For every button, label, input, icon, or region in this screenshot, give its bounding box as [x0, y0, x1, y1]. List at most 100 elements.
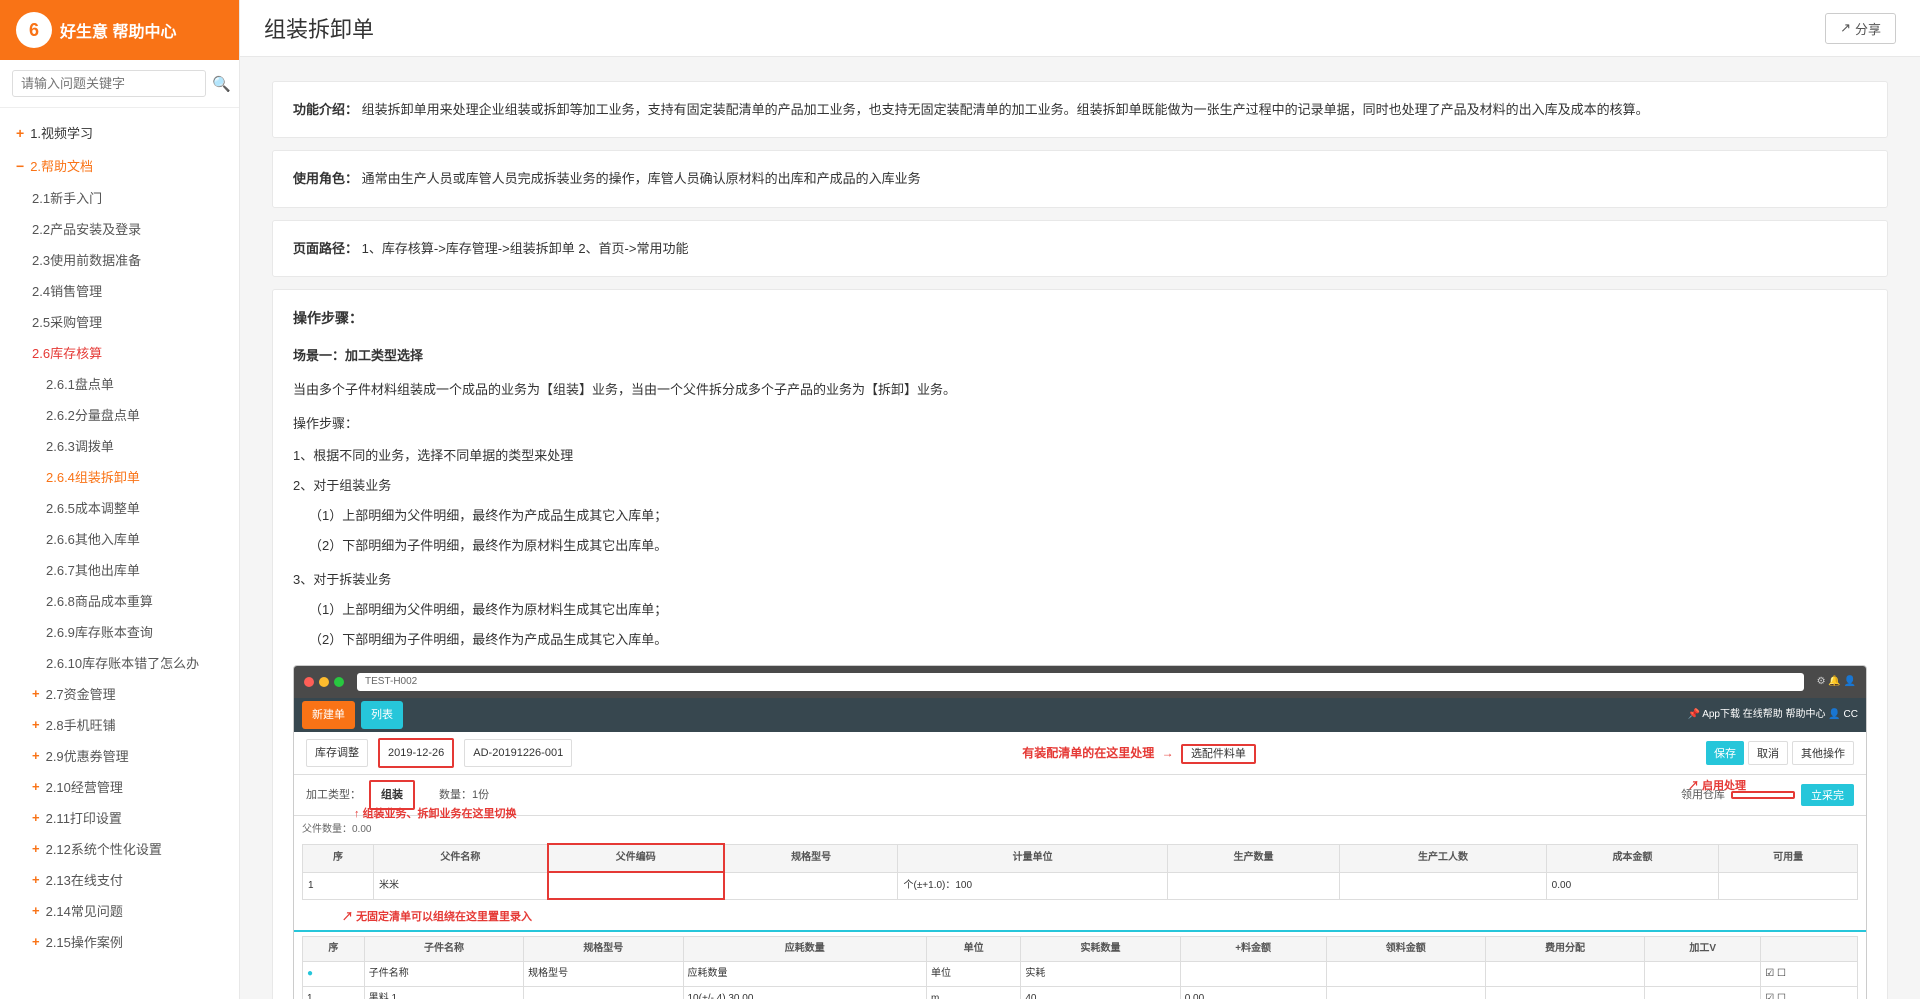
plus-icon-finance: +	[32, 686, 40, 701]
step3-1: （1）上部明细为父件明细，最终作为原材料生成其它出库单；	[293, 597, 1867, 623]
role-box: 使用角色： 通常由生产人员或库管人员完成拆装业务的操作，库管人员确认原材料的出库…	[272, 150, 1888, 207]
sidebar-item-purchase[interactable]: 2.5采购管理	[0, 306, 239, 337]
sidebar-item-ops[interactable]: + 2.10经营管理	[0, 771, 239, 802]
child-table: 序 子件名称 规格型号 应耗数量 单位 实耗数量 +料金额 领料金额 费用分配	[302, 936, 1858, 999]
nav-right-actions: 📌 App下载 在线帮助 帮助中心 👤 CC	[1688, 705, 1858, 725]
annotation-enable: ↗ 启用处理	[1688, 775, 1746, 797]
step1: 1、根据不同的业务，选择不同单据的类型来处理	[293, 443, 1867, 469]
nav-tree: + 1.视频学习 − 2.帮助文档 2.1新手入门 2.2产品安装及登录 2.3…	[0, 108, 239, 999]
sidebar-item-mobile[interactable]: + 2.8手机旺铺	[0, 709, 239, 740]
screenshot-container: TEST-H002 ⚙ 🔔 👤 新建单 列表 📌 App下载 在线	[293, 665, 1867, 999]
main-area: 组装拆卸单 ↗ 分享 功能介绍： 组装拆卸单用来处理企业组装或拆卸等加工业务，支…	[240, 0, 1920, 999]
search-box: 🔍	[0, 60, 239, 108]
sidebar-item-stock[interactable]: 2.6库存核算	[0, 337, 239, 368]
parent-table: 序 父件名称 父件编码 规格型号 计量单位 生产数量 生产工人数 成本金额 可用…	[302, 843, 1858, 900]
nav-btn-list[interactable]: 列表	[361, 701, 403, 729]
upper-table-label: 父件数量：0.00	[302, 820, 1858, 840]
max-btn-icon	[334, 677, 344, 687]
plus-icon-case: +	[32, 934, 40, 949]
sidebar: 6 好生意 帮助中心 🔍 + 1.视频学习 − 2.帮助文档 2.1新手入门 2…	[0, 0, 240, 999]
annotation-manual: ↗ 无固定清单可以组绕在这里置里录入	[342, 906, 1858, 928]
path-label: 页面路径：	[293, 241, 358, 256]
enable-area: 领用仓库 立采完 ↗ 启用处理	[1681, 784, 1854, 806]
path-box: 页面路径： 1、库存核算->库存管理->组装拆卸单 2、首页->常用功能	[272, 220, 1888, 277]
plus-icon-coupon: +	[32, 748, 40, 763]
confirm-btn[interactable]: 立采完	[1801, 784, 1854, 806]
sidebar-item-stock268[interactable]: 2.6.8商品成本重算	[0, 585, 239, 616]
scenario-desc: 当由多个子件材料组装成一个成品的业务为【组装】业务，当由一个父件拆分成多个子产品…	[293, 377, 1867, 403]
sidebar-item-video[interactable]: + 1.视频学习	[0, 116, 239, 149]
sidebar-item-stock261[interactable]: 2.6.1盘点单	[0, 368, 239, 399]
close-btn-icon	[304, 677, 314, 687]
topbar: 组装拆卸单 ↗ 分享	[240, 0, 1920, 57]
config-btn[interactable]: 选配件料单	[1181, 744, 1256, 764]
minus-icon: −	[16, 158, 24, 174]
logo-icon: 6	[16, 12, 52, 48]
app-title: 好生意 帮助中心	[60, 18, 176, 42]
cancel-btn[interactable]: 取消	[1748, 741, 1788, 765]
share-icon: ↗	[1840, 20, 1851, 36]
sidebar-header: 6 好生意 帮助中心	[0, 0, 239, 60]
plus-icon-mobile: +	[32, 717, 40, 732]
path-text: 1、库存核算->库存管理->组装拆卸单 2、首页->常用功能	[362, 241, 689, 256]
plus-icon-pay: +	[32, 872, 40, 887]
sidebar-item-stock266[interactable]: 2.6.6其他入库单	[0, 523, 239, 554]
sidebar-item-case[interactable]: + 2.15操作案例	[0, 926, 239, 957]
plus-icon-faq: +	[32, 903, 40, 918]
sidebar-item-stock269[interactable]: 2.6.9库存账本查询	[0, 616, 239, 647]
plus-icon-custom: +	[32, 841, 40, 856]
toolbar-date[interactable]: 2019-12-26	[378, 738, 454, 768]
sidebar-item-data[interactable]: 2.3使用前数据准备	[0, 244, 239, 275]
plus-icon-ops: +	[32, 779, 40, 794]
sidebar-item-sales[interactable]: 2.4销售管理	[0, 275, 239, 306]
steps-title: 操作步骤：	[293, 306, 1867, 331]
steps-intro: 操作步骤：	[293, 411, 1867, 437]
search-button[interactable]: 🔍	[212, 75, 231, 93]
sidebar-item-stock262[interactable]: 2.6.2分量盘点单	[0, 399, 239, 430]
step2-1: （1）上部明细为父件明细，最终作为产成品生成其它入库单；	[293, 503, 1867, 529]
search-input[interactable]	[12, 70, 206, 97]
toolbar-actions: 保存 取消 其他操作	[1706, 741, 1854, 765]
sidebar-item-stock265[interactable]: 2.6.5成本调整单	[0, 492, 239, 523]
sidebar-item-faq[interactable]: + 2.14常见问题	[0, 895, 239, 926]
role-text: 通常由生产人员或库管人员完成拆装业务的操作，库管人员确认原材料的出库和产成品的入…	[362, 171, 921, 186]
toolbar-type[interactable]: 库存调整	[306, 739, 368, 767]
step2: 2、对于组装业务	[293, 473, 1867, 499]
sidebar-item-stock267[interactable]: 2.6.7其他出库单	[0, 554, 239, 585]
step2-2: （2）下部明细为子件明细，最终作为原材料生成其它出库单。	[293, 533, 1867, 559]
url-bar: TEST-H002	[357, 673, 1804, 691]
sidebar-item-stock263[interactable]: 2.6.3调拨单	[0, 430, 239, 461]
page-title: 组装拆卸单	[264, 12, 374, 44]
sidebar-item-coupon[interactable]: + 2.9优惠券管理	[0, 740, 239, 771]
share-button[interactable]: ↗ 分享	[1825, 13, 1896, 44]
intro-text: 组装拆卸单用来处理企业组装或拆卸等加工业务，支持有固定装配清单的产品加工业务，也…	[362, 102, 1649, 117]
type-label: 加工类型：	[306, 784, 361, 806]
sidebar-item-finance[interactable]: + 2.7资金管理	[0, 678, 239, 709]
step3-2: （2）下部明细为子件明细，最终作为产成品生成其它入库单。	[293, 627, 1867, 653]
nav-btn-new[interactable]: 新建单	[302, 701, 355, 729]
role-label: 使用角色：	[293, 171, 358, 186]
toolbar-icons: ⚙ 🔔 👤	[1817, 672, 1856, 692]
sidebar-item-install[interactable]: 2.2产品安装及登录	[0, 213, 239, 244]
annotation-config: 有装配清单的在这里处理 → 选配件料单	[582, 741, 1696, 765]
steps-box: 操作步骤： 场景一：加工类型选择 当由多个子件材料组装成一个成品的业务为【组装】…	[272, 289, 1888, 999]
min-btn-icon	[319, 677, 329, 687]
sidebar-item-pay[interactable]: + 2.13在线支付	[0, 864, 239, 895]
more-btn[interactable]: 其他操作	[1792, 741, 1854, 765]
scenario-title: 场景一：加工类型选择	[293, 343, 1867, 369]
intro-box: 功能介绍： 组装拆卸单用来处理企业组装或拆卸等加工业务，支持有固定装配清单的产品…	[272, 81, 1888, 138]
content-area: 功能介绍： 组装拆卸单用来处理企业组装或拆卸等加工业务，支持有固定装配清单的产品…	[240, 57, 1920, 999]
toolbar-no[interactable]: AD-20191226-001	[464, 739, 572, 767]
save-btn[interactable]: 保存	[1706, 741, 1744, 765]
intro-label: 功能介绍：	[293, 102, 358, 117]
sidebar-item-print[interactable]: + 2.11打印设置	[0, 802, 239, 833]
sidebar-item-new[interactable]: 2.1新手入门	[0, 182, 239, 213]
sidebar-item-docs[interactable]: − 2.帮助文档	[0, 149, 239, 182]
step3: 3、对于拆装业务	[293, 567, 1867, 593]
sidebar-item-stock264[interactable]: 2.6.4组装拆卸单	[0, 461, 239, 492]
sidebar-item-custom[interactable]: + 2.12系统个性化设置	[0, 833, 239, 864]
plus-icon: +	[16, 125, 24, 141]
annotation-switch: ↑ 组装业务、拆卸业务在这里切换	[354, 803, 517, 825]
plus-icon-print: +	[32, 810, 40, 825]
sidebar-item-stock2610[interactable]: 2.6.10库存账本错了怎么办	[0, 647, 239, 678]
